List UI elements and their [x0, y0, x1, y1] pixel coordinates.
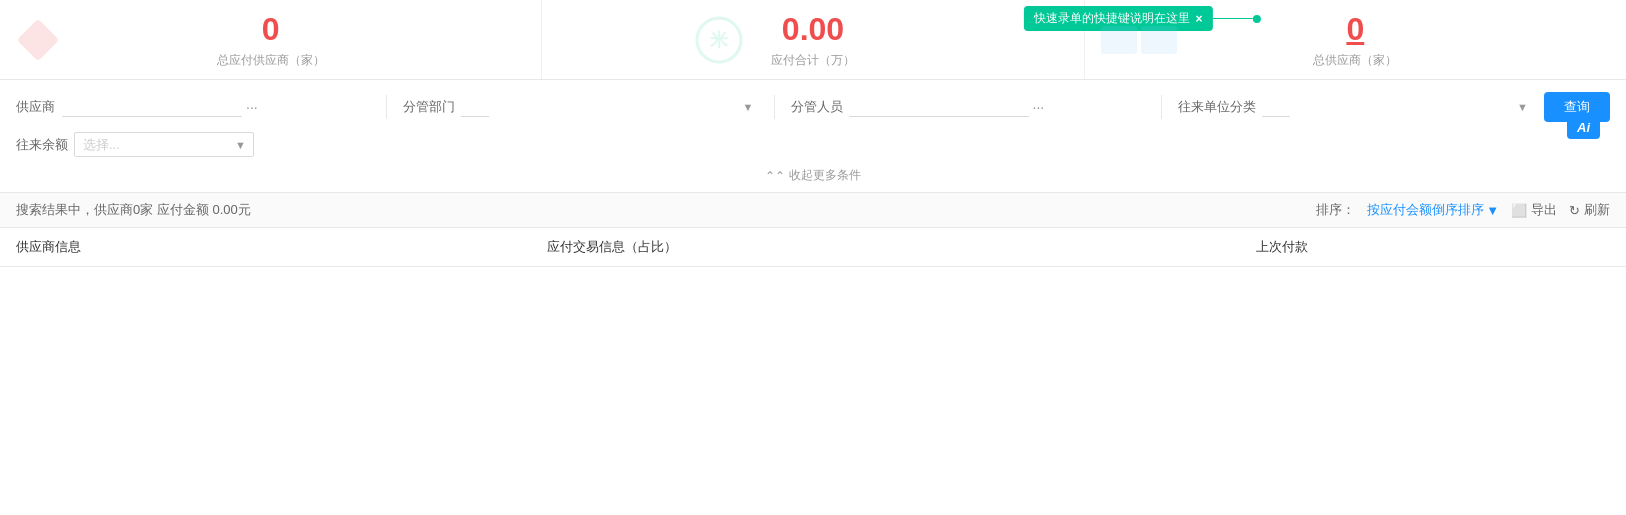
- table-header: 供应商信息 应付交易信息（占比） 上次付款: [0, 228, 1626, 267]
- tooltip-close-btn[interactable]: ×: [1196, 12, 1203, 26]
- coin-icon: 米: [693, 14, 745, 66]
- supplier-input[interactable]: [62, 97, 242, 117]
- stat-item-suppliers: 采 0 总应付供应商（家）: [0, 0, 542, 79]
- stats-bar: 采 0 总应付供应商（家） 米 0.00 应付合计（万） 快速录单的快捷键说明在…: [0, 0, 1626, 80]
- table-col-last-payment: 上次付款: [1256, 238, 1610, 256]
- department-select-wrapper: ▼: [461, 97, 757, 117]
- divider-2: [774, 95, 775, 119]
- table-col-payable-info: 应付交易信息（占比）: [547, 238, 1255, 256]
- total-vendor-count: 0: [1346, 10, 1364, 48]
- supplier-dots[interactable]: ···: [246, 99, 258, 115]
- unit-class-select-wrapper: ▼: [1262, 97, 1532, 117]
- balance-select[interactable]: 选择...: [74, 132, 254, 157]
- export-icon: ⬜: [1511, 203, 1527, 218]
- supplier-label: 供应商: [16, 98, 56, 116]
- table-body: [0, 267, 1626, 515]
- divider-3: [1161, 95, 1162, 119]
- filter-person: 分管人员 ···: [791, 97, 1145, 117]
- tooltip-line: [1213, 18, 1253, 19]
- refresh-button[interactable]: ↻ 刷新: [1569, 201, 1610, 219]
- unit-class-label: 往来单位分类: [1178, 98, 1256, 116]
- department-label: 分管部门: [403, 98, 455, 116]
- person-input[interactable]: [849, 97, 1029, 117]
- filter-supplier: 供应商 ···: [16, 97, 370, 117]
- filter-row-1: 供应商 ··· 分管部门 ▼ 分管人员 ··· 往来单位分类: [16, 92, 1610, 122]
- sort-select[interactable]: 按应付会额倒序排序 ▼: [1367, 201, 1499, 219]
- person-label: 分管人员: [791, 98, 843, 116]
- stat-item-payable: 米 0.00 应付合计（万）: [542, 0, 1084, 79]
- unit-class-select[interactable]: [1262, 97, 1290, 117]
- collapse-up-icon: ⌃⌃: [765, 169, 785, 183]
- svg-text:米: 米: [709, 30, 729, 50]
- diamond-logo: 采: [16, 18, 60, 62]
- payable-amount: 0.00: [782, 10, 844, 48]
- payable-amount-label: 应付合计（万）: [771, 52, 855, 69]
- divider-1: [386, 95, 387, 119]
- unit-class-arrow: ▼: [1517, 101, 1528, 113]
- export-button[interactable]: ⬜ 导出: [1511, 201, 1557, 219]
- sort-label: 排序：: [1316, 201, 1355, 219]
- total-suppliers-count: 0: [262, 10, 280, 48]
- department-arrow: ▼: [743, 101, 754, 113]
- collapse-button[interactable]: ⌃⌃ 收起更多条件: [765, 167, 861, 184]
- result-info: 搜索结果中，供应商0家 应付金额 0.00元: [16, 201, 251, 219]
- collapse-row: ⌃⌃ 收起更多条件: [16, 161, 1610, 192]
- export-label: 导出: [1531, 201, 1557, 219]
- department-select[interactable]: [461, 97, 489, 117]
- filter-department: 分管部门 ▼: [403, 97, 757, 117]
- person-dots[interactable]: ···: [1033, 99, 1045, 115]
- balance-select-wrapper: 选择... ▼: [74, 132, 254, 157]
- result-bar: 搜索结果中，供应商0家 应付金额 0.00元 排序： 按应付会额倒序排序 ▼ ⬜…: [0, 193, 1626, 228]
- result-actions: 排序： 按应付会额倒序排序 ▼ ⬜ 导出 ↻ 刷新: [1316, 201, 1610, 219]
- stat-item-total-vendors: 快速录单的快捷键说明在这里 × 0 总供应商（家）: [1085, 0, 1626, 79]
- collapse-label: 收起更多条件: [789, 167, 861, 184]
- refresh-label: 刷新: [1584, 201, 1610, 219]
- filter-row-2: 往来余额 选择... ▼: [16, 132, 336, 157]
- filter-bar: 供应商 ··· 分管部门 ▼ 分管人员 ··· 往来单位分类: [0, 80, 1626, 193]
- sort-select-label: 按应付会额倒序排序: [1367, 201, 1484, 219]
- total-vendor-label: 总供应商（家）: [1313, 52, 1397, 69]
- tooltip-dot: [1253, 15, 1261, 23]
- tooltip-text: 快速录单的快捷键说明在这里: [1034, 10, 1190, 27]
- filter-unit-class: 往来单位分类 ▼: [1178, 97, 1532, 117]
- sort-arrow-icon: ▼: [1486, 203, 1499, 218]
- table-col-supplier-info: 供应商信息: [16, 238, 547, 256]
- ai-badge[interactable]: Ai: [1567, 116, 1600, 139]
- refresh-icon: ↻: [1569, 203, 1580, 218]
- balance-label: 往来余额: [16, 136, 68, 154]
- total-suppliers-label: 总应付供应商（家）: [217, 52, 325, 69]
- svg-text:采: 采: [31, 31, 47, 48]
